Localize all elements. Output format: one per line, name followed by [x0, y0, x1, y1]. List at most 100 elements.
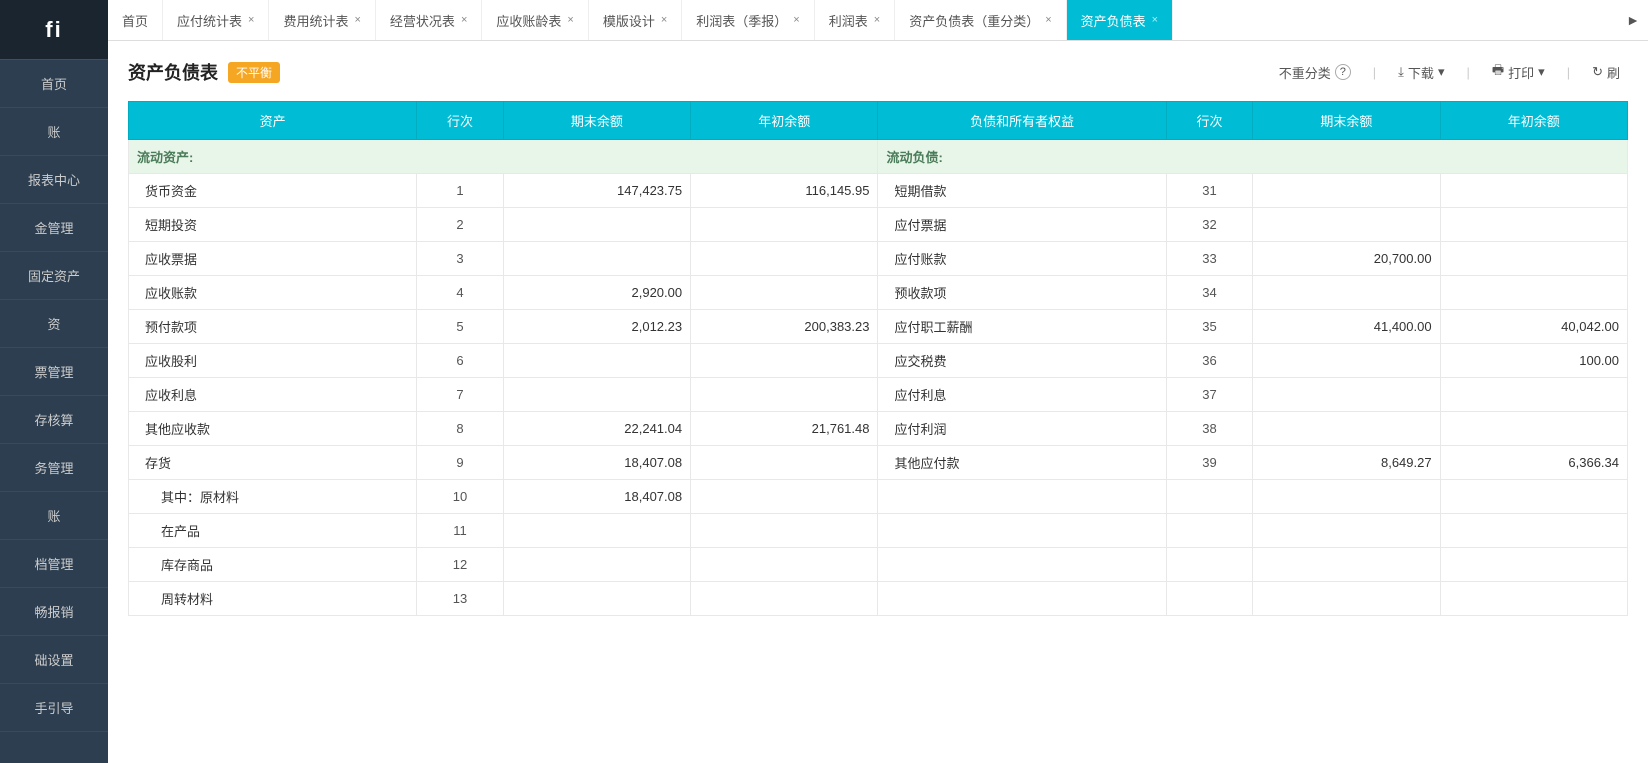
row-num2: [1166, 582, 1252, 616]
tab-receivable-aging-label: 应收账龄表: [496, 11, 561, 30]
sidebar-item-fixed-assets[interactable]: 固定资产: [0, 252, 108, 300]
row-num: 2: [417, 208, 503, 242]
table-row: 货币资金 1 147,423.75 116,145.95 短期借款 31: [129, 174, 1628, 208]
tab-expense-stats[interactable]: 费用统计表 ×: [269, 0, 375, 40]
sidebar-item-report-center[interactable]: 报表中心: [0, 156, 108, 204]
sidebar: fi 首页 账 报表中心 金管理 固定资产 资 票管理 存核算 务管理 账 档管…: [0, 0, 108, 763]
liability-name: [878, 514, 1166, 548]
liability-name: 应付账款: [878, 242, 1166, 276]
divider2: |: [1466, 65, 1469, 80]
header-row-num2: 行次: [1166, 102, 1252, 140]
liability-name: 应付利润: [878, 412, 1166, 446]
download-btn[interactable]: ⤓ 下载 ▾: [1390, 59, 1452, 86]
sidebar-item-ledger[interactable]: 账: [0, 492, 108, 540]
table-row: 应收股利 6 应交税费 36 100.00: [129, 344, 1628, 378]
year-start-balance2: [1440, 514, 1627, 548]
sidebar-item-guide[interactable]: 手引导: [0, 684, 108, 732]
header-year-start-balance: 年初余额: [691, 102, 878, 140]
header-year-start-balance2: 年初余额: [1440, 102, 1627, 140]
sidebar-item-archive[interactable]: 档管理: [0, 540, 108, 588]
sidebar-item-settings[interactable]: 础设置: [0, 636, 108, 684]
sidebar-item-expense[interactable]: 畅报销: [0, 588, 108, 636]
page-content: 资产负债表 不平衡 不重分类 ? | ⤓ 下载 ▾ |: [108, 41, 1648, 763]
print-btn[interactable]: 🖶 打印 ▾: [1484, 57, 1553, 87]
row-num: 4: [417, 276, 503, 310]
tab-profit[interactable]: 利润表 ×: [815, 0, 895, 40]
sidebar-item-fund[interactable]: 金管理: [0, 204, 108, 252]
row-num: 6: [417, 344, 503, 378]
row-num2: 38: [1166, 412, 1252, 446]
row-num2: 31: [1166, 174, 1252, 208]
sidebar-item-account[interactable]: 账: [0, 108, 108, 156]
tab-operation-status[interactable]: 经营状况表 ×: [376, 0, 482, 40]
year-start-balance2: [1440, 582, 1627, 616]
tab-balance-sheet-close[interactable]: ×: [1152, 14, 1158, 26]
tab-receivable-aging[interactable]: 应收账龄表 ×: [482, 0, 588, 40]
tab-scroll-arrow[interactable]: ►: [1618, 0, 1648, 40]
refresh-btn[interactable]: ↻ 刷: [1584, 59, 1628, 86]
table-section-row: 流动资产: 流动负债:: [129, 140, 1628, 174]
table-row: 预付款项 5 2,012.23 200,383.23 应付职工薪酬 35 41,…: [129, 310, 1628, 344]
tab-balance-reclassified[interactable]: 资产负债表（重分类） ×: [895, 0, 1066, 40]
end-balance: [503, 208, 690, 242]
year-start-balance: [691, 480, 878, 514]
tab-operation-status-close[interactable]: ×: [461, 14, 467, 26]
tab-payable-stats-close[interactable]: ×: [248, 14, 254, 26]
sidebar-item-capital[interactable]: 资: [0, 300, 108, 348]
end-balance: 22,241.04: [503, 412, 690, 446]
year-start-balance2: [1440, 276, 1627, 310]
row-num: 10: [417, 480, 503, 514]
asset-name: 应收账款: [129, 276, 417, 310]
sidebar-item-inventory[interactable]: 存核算: [0, 396, 108, 444]
tab-balance-reclassified-label: 资产负债表（重分类）: [909, 11, 1039, 30]
print-icon: 🖶: [1492, 61, 1504, 83]
table-row: 其中：原材料 10 18,407.08: [129, 480, 1628, 514]
end-balance: [503, 242, 690, 276]
row-num2: 37: [1166, 378, 1252, 412]
tab-template-design[interactable]: 模版设计 ×: [589, 0, 682, 40]
tab-balance-reclassified-close[interactable]: ×: [1045, 14, 1051, 26]
asset-name: 应收股利: [129, 344, 417, 378]
year-start-balance2: [1440, 412, 1627, 446]
asset-name: 其中：原材料: [129, 480, 417, 514]
liability-name: 预收款项: [878, 276, 1166, 310]
page-title: 资产负债表: [128, 59, 218, 85]
end-balance2: [1253, 174, 1440, 208]
tab-operation-status-label: 经营状况表: [390, 11, 455, 30]
tab-profit-close[interactable]: ×: [874, 14, 880, 26]
year-start-balance: [691, 446, 878, 480]
row-num: 3: [417, 242, 503, 276]
sidebar-item-tax[interactable]: 务管理: [0, 444, 108, 492]
asset-name: 存货: [129, 446, 417, 480]
tab-profit-quarterly[interactable]: 利润表（季报） ×: [682, 0, 814, 40]
print-label: 打印: [1508, 63, 1534, 82]
row-num: 11: [417, 514, 503, 548]
year-start-balance: [691, 582, 878, 616]
tab-balance-sheet[interactable]: 资产负债表 ×: [1067, 0, 1173, 40]
liability-name: 应付票据: [878, 208, 1166, 242]
sidebar-item-ticket[interactable]: 票管理: [0, 348, 108, 396]
end-balance: [503, 582, 690, 616]
end-balance: 18,407.08: [503, 480, 690, 514]
classify-btn[interactable]: 不重分类 ?: [1271, 59, 1359, 86]
liability-name: 其他应付款: [878, 446, 1166, 480]
tab-home[interactable]: 首页: [108, 0, 163, 40]
sidebar-item-home[interactable]: 首页: [0, 60, 108, 108]
tab-payable-stats[interactable]: 应付统计表 ×: [163, 0, 269, 40]
year-start-balance2: [1440, 242, 1627, 276]
table-row: 存货 9 18,407.08 其他应付款 39 8,649.27 6,366.3…: [129, 446, 1628, 480]
tab-expense-stats-close[interactable]: ×: [354, 14, 360, 26]
table-row: 在产品 11: [129, 514, 1628, 548]
asset-name: 库存商品: [129, 548, 417, 582]
end-balance2: [1253, 480, 1440, 514]
year-start-balance: 21,761.48: [691, 412, 878, 446]
year-start-balance2: [1440, 480, 1627, 514]
tab-profit-quarterly-close[interactable]: ×: [793, 14, 799, 26]
end-balance2: 41,400.00: [1253, 310, 1440, 344]
tab-receivable-aging-close[interactable]: ×: [567, 14, 573, 26]
end-balance: 147,423.75: [503, 174, 690, 208]
page-title-area: 资产负债表 不平衡: [128, 59, 280, 85]
help-icon[interactable]: ?: [1335, 64, 1351, 80]
tab-template-design-close[interactable]: ×: [661, 14, 667, 26]
year-start-balance: [691, 344, 878, 378]
